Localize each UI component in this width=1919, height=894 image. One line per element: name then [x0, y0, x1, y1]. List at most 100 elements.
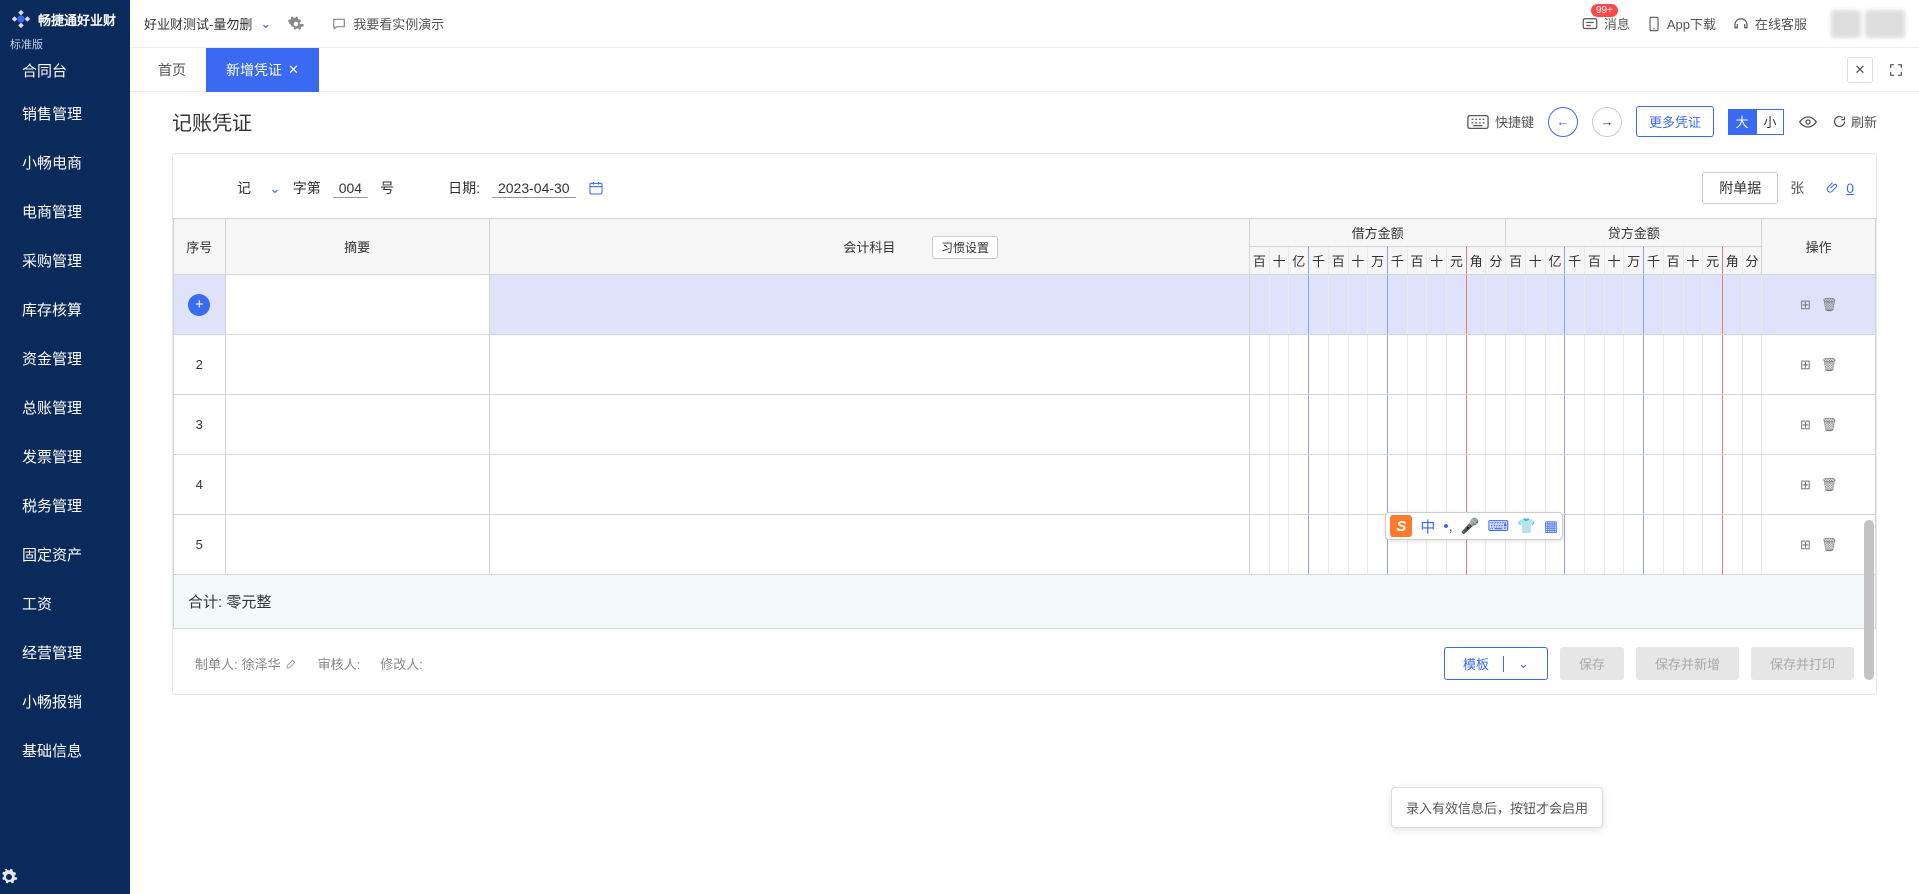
attach-doc-button[interactable]: 附单据 [1702, 172, 1778, 204]
sidebar-item-gl[interactable]: 总账管理 [0, 383, 130, 432]
amount-digit-cell[interactable] [1466, 275, 1486, 335]
fullscreen-button[interactable] [1883, 57, 1909, 83]
amount-digit-cell[interactable] [1565, 515, 1585, 575]
subject-cell[interactable] [489, 395, 1249, 455]
amount-digit-cell[interactable] [1565, 335, 1585, 395]
amount-digit-cell[interactable] [1328, 335, 1348, 395]
ime-keyboard-icon[interactable]: ⌨ [1487, 517, 1509, 535]
sidebar-item-invoice[interactable]: 发票管理 [0, 432, 130, 481]
ime-lang[interactable]: 中 [1420, 516, 1435, 537]
ime-punct-icon[interactable]: •, [1443, 518, 1452, 535]
amount-digit-cell[interactable] [1525, 335, 1545, 395]
ime-toolbar[interactable]: S 中 •, 🎤 ⌨ 👕 ▦ [1385, 512, 1563, 540]
amount-digit-cell[interactable] [1407, 395, 1427, 455]
amount-digit-cell[interactable] [1585, 335, 1605, 395]
sidebar-item-fund[interactable]: 资金管理 [0, 334, 130, 383]
amount-digit-cell[interactable] [1269, 395, 1289, 455]
amount-digit-cell[interactable] [1604, 455, 1624, 515]
amount-digit-cell[interactable] [1545, 455, 1565, 515]
amount-digit-cell[interactable] [1585, 395, 1605, 455]
amount-digit-cell[interactable] [1742, 335, 1762, 395]
table-row[interactable]: 4⊞🗑 [174, 455, 1876, 515]
tab-home[interactable]: 首页 [138, 48, 206, 92]
add-row-button[interactable]: + [188, 294, 210, 316]
prev-voucher-button[interactable]: ← [1548, 107, 1578, 137]
amount-digit-cell[interactable] [1466, 335, 1486, 395]
amount-digit-cell[interactable] [1722, 275, 1742, 335]
amount-digit-cell[interactable] [1486, 455, 1506, 515]
voucher-date-input[interactable]: 2023-04-30 [492, 179, 576, 198]
voucher-type-chevron-icon[interactable]: ⌄ [269, 180, 281, 197]
amount-digit-cell[interactable] [1683, 395, 1703, 455]
amount-digit-cell[interactable] [1604, 335, 1624, 395]
table-row[interactable]: 2⊞🗑 [174, 335, 1876, 395]
subject-cell[interactable] [489, 515, 1249, 575]
amount-digit-cell[interactable] [1289, 395, 1309, 455]
amount-digit-cell[interactable] [1447, 395, 1467, 455]
sidebar-item-sales[interactable]: 销售管理 [0, 89, 130, 138]
amount-digit-cell[interactable] [1407, 275, 1427, 335]
sidebar-item-ec[interactable]: 电商管理 [0, 187, 130, 236]
amount-digit-cell[interactable] [1722, 455, 1742, 515]
amount-digit-cell[interactable] [1269, 335, 1289, 395]
ime-mic-icon[interactable]: 🎤 [1461, 517, 1480, 535]
amount-digit-cell[interactable] [1683, 275, 1703, 335]
row-delete-button[interactable]: 🗑 [1821, 417, 1838, 433]
amount-digit-cell[interactable] [1663, 275, 1683, 335]
subject-cell[interactable] [489, 335, 1249, 395]
abstract-input[interactable] [226, 275, 489, 334]
ime-skin-icon[interactable]: 👕 [1517, 517, 1536, 535]
amount-digit-cell[interactable] [1624, 335, 1644, 395]
table-row[interactable]: +⊞🗑 [174, 275, 1876, 335]
template-button[interactable]: 模板 ⌄ [1444, 647, 1548, 680]
amount-digit-cell[interactable] [1466, 455, 1486, 515]
abstract-cell[interactable] [225, 275, 489, 335]
amount-digit-cell[interactable] [1565, 455, 1585, 515]
row-copy-button[interactable]: ⊞ [1800, 537, 1811, 553]
amount-digit-cell[interactable] [1328, 515, 1348, 575]
amount-digit-cell[interactable] [1742, 395, 1762, 455]
amount-digit-cell[interactable] [1289, 455, 1309, 515]
org-selector[interactable]: 好业财测试-量勿删 ⌄ [144, 14, 271, 33]
amount-digit-cell[interactable] [1309, 335, 1329, 395]
shortcut-button[interactable]: 快捷键 [1467, 112, 1534, 131]
amount-digit-cell[interactable] [1644, 515, 1664, 575]
demo-link[interactable]: 我要看实例演示 [331, 14, 444, 33]
subject-cell[interactable] [489, 275, 1249, 335]
amount-digit-cell[interactable] [1309, 275, 1329, 335]
amount-digit-cell[interactable] [1585, 275, 1605, 335]
amount-digit-cell[interactable] [1683, 515, 1703, 575]
amount-digit-cell[interactable] [1289, 515, 1309, 575]
amount-digit-cell[interactable] [1525, 455, 1545, 515]
amount-digit-cell[interactable] [1703, 335, 1723, 395]
amount-digit-cell[interactable] [1368, 275, 1388, 335]
refresh-button[interactable]: 刷新 [1832, 112, 1877, 131]
voucher-type[interactable]: 记 [231, 176, 257, 200]
table-row[interactable]: 5⊞🗑 [174, 515, 1876, 575]
amount-digit-cell[interactable] [1644, 455, 1664, 515]
amount-digit-cell[interactable] [1585, 515, 1605, 575]
amount-digit-cell[interactable] [1250, 455, 1270, 515]
amount-digit-cell[interactable] [1387, 455, 1407, 515]
amount-digit-cell[interactable] [1387, 395, 1407, 455]
sidebar-item-base[interactable]: 基础信息 [0, 726, 130, 775]
amount-digit-cell[interactable] [1269, 515, 1289, 575]
amount-digit-cell[interactable] [1348, 455, 1368, 515]
sidebar-item-inventory[interactable]: 库存核算 [0, 285, 130, 334]
row-delete-button[interactable]: 🗑 [1821, 357, 1838, 373]
amount-digit-cell[interactable] [1486, 335, 1506, 395]
amount-digit-cell[interactable] [1447, 335, 1467, 395]
row-copy-button[interactable]: ⊞ [1800, 357, 1811, 373]
amount-digit-cell[interactable] [1722, 515, 1742, 575]
tab-close-all-button[interactable]: ✕ [1847, 57, 1873, 83]
amount-digit-cell[interactable] [1328, 395, 1348, 455]
amount-digit-cell[interactable] [1703, 395, 1723, 455]
row-delete-button[interactable]: 🗑 [1821, 297, 1838, 313]
amount-digit-cell[interactable] [1427, 395, 1447, 455]
amount-digit-cell[interactable] [1663, 455, 1683, 515]
amount-digit-cell[interactable] [1683, 335, 1703, 395]
amount-digit-cell[interactable] [1250, 275, 1270, 335]
amount-digit-cell[interactable] [1604, 275, 1624, 335]
voucher-number-input[interactable]: 004 [333, 179, 368, 198]
attachment-link[interactable] [1826, 181, 1840, 195]
